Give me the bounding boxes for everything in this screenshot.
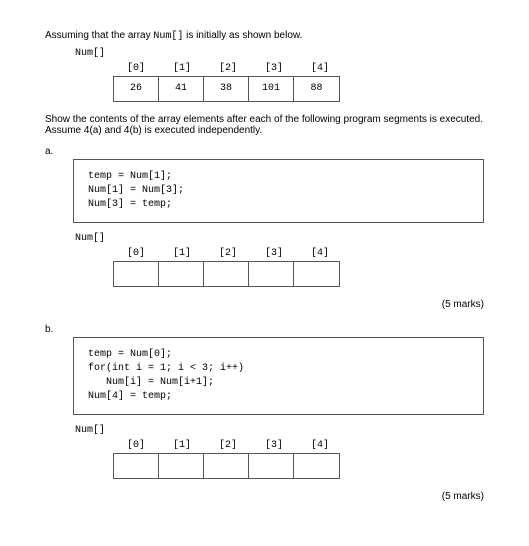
cell xyxy=(249,454,294,478)
idx: [4] xyxy=(297,248,343,261)
cell-row: 26 41 38 101 88 xyxy=(113,76,340,102)
array-label-initial: Num[] xyxy=(75,48,484,59)
idx: [1] xyxy=(159,440,205,453)
idx: [2] xyxy=(205,440,251,453)
index-row: [0] [1] [2] [3] [4] xyxy=(113,440,484,453)
cell: 38 xyxy=(204,77,249,101)
cell xyxy=(159,454,204,478)
intro-text: Assuming that the array Num[] is initial… xyxy=(45,30,484,42)
cell xyxy=(204,454,249,478)
cell xyxy=(159,262,204,286)
initial-array: [0] [1] [2] [3] [4] 26 41 38 101 88 xyxy=(113,63,484,102)
part-a-label: a. xyxy=(45,146,484,157)
codeline: Num[1] = Num[3]; xyxy=(88,184,469,198)
codeline: Num[3] = temp; xyxy=(88,198,469,212)
idx: [1] xyxy=(159,63,205,76)
codebox-b: temp = Num[0]; for(int i = 1; i < 3; i++… xyxy=(73,337,484,415)
codeline: Num[4] = temp; xyxy=(88,390,469,404)
idx: [4] xyxy=(297,63,343,76)
cell xyxy=(294,454,339,478)
array-a: [0] [1] [2] [3] [4] xyxy=(113,248,484,287)
array-b: [0] [1] [2] [3] [4] xyxy=(113,440,484,479)
intro-prefix: Assuming that the array xyxy=(45,30,153,41)
cell xyxy=(249,262,294,286)
idx: [3] xyxy=(251,248,297,261)
cell-row xyxy=(113,261,340,287)
idx: [3] xyxy=(251,63,297,76)
marks-a: (5 marks) xyxy=(45,299,484,310)
cell xyxy=(204,262,249,286)
array-label-b: Num[] xyxy=(75,425,484,436)
cell: 26 xyxy=(114,77,159,101)
part-b-label: b. xyxy=(45,324,484,335)
cell: 88 xyxy=(294,77,339,101)
idx: [3] xyxy=(251,440,297,453)
idx: [2] xyxy=(205,63,251,76)
cell xyxy=(114,454,159,478)
codeline: temp = Num[0]; xyxy=(88,348,469,362)
idx: [0] xyxy=(113,440,159,453)
idx: [2] xyxy=(205,248,251,261)
intro-suffix: is initially as shown below. xyxy=(183,30,302,41)
cell: 41 xyxy=(159,77,204,101)
idx: [1] xyxy=(159,248,205,261)
index-row: [0] [1] [2] [3] [4] xyxy=(113,248,484,261)
idx: [4] xyxy=(297,440,343,453)
array-label-a: Num[] xyxy=(75,233,484,244)
idx: [0] xyxy=(113,63,159,76)
index-row: [0] [1] [2] [3] [4] xyxy=(113,63,484,76)
instruction-text: Show the contents of the array elements … xyxy=(45,114,484,136)
cell xyxy=(114,262,159,286)
cell: 101 xyxy=(249,77,294,101)
idx: [0] xyxy=(113,248,159,261)
codeline: temp = Num[1]; xyxy=(88,170,469,184)
codeline: for(int i = 1; i < 3; i++) xyxy=(88,362,469,376)
codebox-a: temp = Num[1]; Num[1] = Num[3]; Num[3] =… xyxy=(73,159,484,223)
marks-b: (5 marks) xyxy=(45,491,484,502)
intro-code: Num[] xyxy=(153,31,183,42)
cell-row xyxy=(113,453,340,479)
codeline: Num[i] = Num[i+1]; xyxy=(88,376,469,390)
cell xyxy=(294,262,339,286)
